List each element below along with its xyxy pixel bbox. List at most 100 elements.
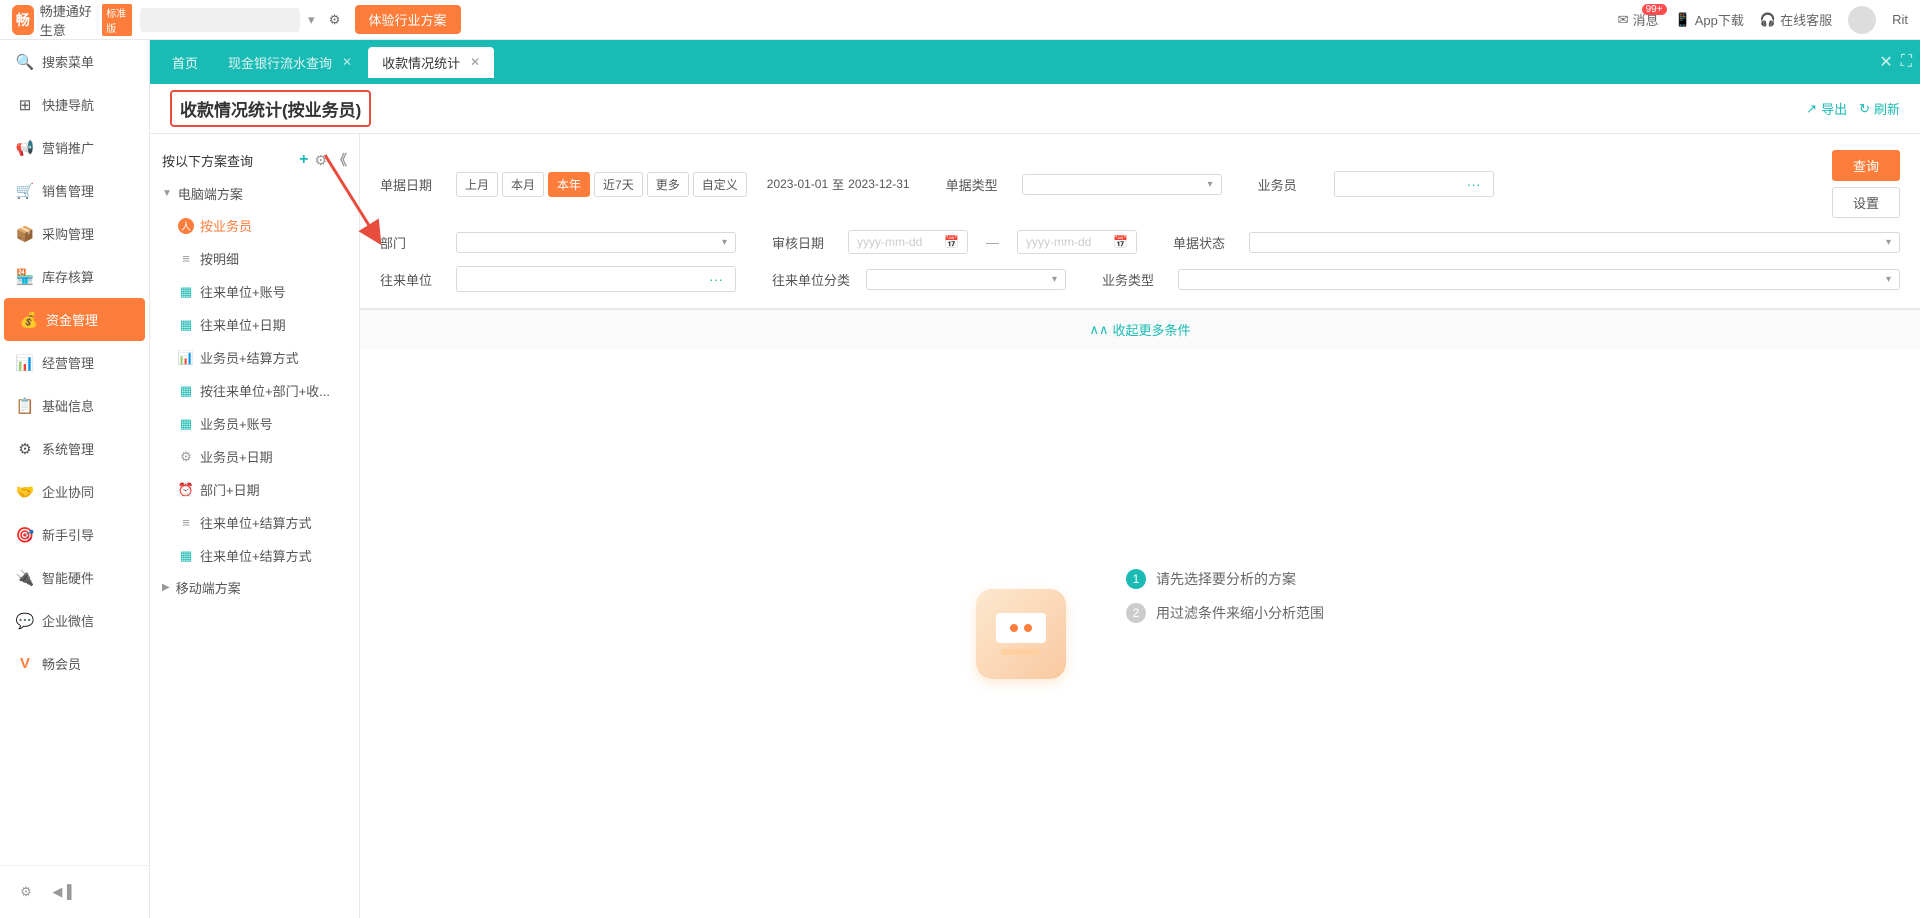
workspace-dropdown-icon[interactable]: ▾: [308, 12, 315, 28]
scheme-unit-dept[interactable]: ▦ 按往来单位+部门+收...: [150, 374, 359, 407]
tab-home[interactable]: 首页: [158, 47, 212, 78]
filter-section: 单据日期 上月 本月 本年 近7天 更多 自定义 2023-01-01 至: [360, 134, 1920, 309]
date-label: 单据日期: [380, 175, 440, 194]
unit-dept-icon: ▦: [178, 383, 194, 399]
voucher-type-select[interactable]: ▾: [1022, 174, 1222, 195]
sidebar-item-guide[interactable]: 🎯 新手引导: [0, 513, 149, 556]
detail-icon: ≡: [178, 251, 194, 267]
scheme-unit-pay1[interactable]: ≡ 往来单位+结算方式: [150, 506, 359, 539]
avatar[interactable]: [1848, 6, 1876, 34]
mobile-group-header[interactable]: ▶ 移动端方案: [150, 572, 359, 603]
date-btn-this-month[interactable]: 本月: [502, 172, 544, 197]
date-btn-more[interactable]: 更多: [647, 172, 689, 197]
sidebar-item-sales[interactable]: 🛒 销售管理: [0, 169, 149, 212]
scheme-unit-date[interactable]: ▦ 往来单位+日期: [150, 308, 359, 341]
scheme-unit-pay2[interactable]: ▦ 往来单位+结算方式: [150, 539, 359, 572]
sidebar-label-guide: 新手引导: [42, 525, 94, 544]
date-btn-custom[interactable]: 自定义: [693, 172, 747, 197]
scheme-salesman[interactable]: 人 按业务员: [150, 209, 359, 242]
sidebar-collapse-btn[interactable]: ◀▐: [48, 878, 76, 906]
review-date-separator: —: [986, 235, 999, 250]
review-date-to[interactable]: yyyy-mm-dd 📅: [1017, 230, 1137, 254]
unit-category-select[interactable]: ▾: [866, 269, 1066, 290]
scheme-settings-icon[interactable]: ⚙: [314, 152, 327, 169]
mobile-group-label: 移动端方案: [176, 578, 241, 597]
scheme-salesman-date[interactable]: ⚙ 业务员+日期: [150, 440, 359, 473]
scheme-salesman-label: 按业务员: [200, 216, 252, 235]
dept-select[interactable]: ▾: [456, 232, 736, 253]
date-btn-last-month[interactable]: 上月: [456, 172, 498, 197]
step-num-1: 1: [1126, 569, 1146, 589]
sidebar-bottom: ⚙ ◀▐: [0, 865, 149, 918]
robot-mouth: [1001, 649, 1041, 655]
settings-icon[interactable]: ⚙: [323, 8, 347, 32]
workspace-selector[interactable]: [140, 8, 300, 32]
sidebar-item-inventory[interactable]: 🏪 库存核算: [0, 255, 149, 298]
filter-row-2: 部门 ▾ 审核日期 yyyy-mm-dd 📅 — yyyy-mm-dd: [380, 230, 1900, 254]
sidebar-item-quicknav[interactable]: ⊞ 快捷导航: [0, 83, 149, 126]
sidebar-item-system[interactable]: ⚙ 系统管理: [0, 427, 149, 470]
tab-close-all-icon[interactable]: ✕: [1879, 52, 1892, 72]
collapse-bar[interactable]: ∧∧ 收起更多条件: [360, 309, 1920, 349]
online-service-label: 在线客服: [1780, 10, 1832, 29]
sidebar-item-marketing[interactable]: 📢 营销推广: [0, 126, 149, 169]
sidebar-item-search[interactable]: 🔍 搜索菜单: [0, 40, 149, 83]
tab-collection-close-icon[interactable]: ✕: [470, 55, 480, 69]
voucher-status-select[interactable]: ▾: [1249, 232, 1900, 253]
step-label-1: 请先选择要分析的方案: [1156, 569, 1296, 589]
unit-select[interactable]: ···: [456, 266, 736, 292]
vip-icon: V: [16, 655, 34, 673]
scheme-salesman-account[interactable]: ▦ 业务员+账号: [150, 407, 359, 440]
sidebar-item-purchase[interactable]: 📦 采购管理: [0, 212, 149, 255]
sidebar-item-basic[interactable]: 📋 基础信息: [0, 384, 149, 427]
scheme-unit-account[interactable]: ▦ 往来单位+账号: [150, 275, 359, 308]
settings-btn[interactable]: 设置: [1832, 187, 1900, 218]
unit-dots[interactable]: ···: [705, 271, 727, 287]
voucher-status-chevron: ▾: [1886, 237, 1891, 248]
robot-face: [996, 613, 1046, 643]
app-download-btn[interactable]: 📱 App下载: [1675, 10, 1744, 29]
tab-bank-label: 现金银行流水查询: [228, 53, 332, 72]
export-btn[interactable]: ↗ 导出: [1806, 99, 1847, 118]
sidebar-settings-btn[interactable]: ⚙: [12, 878, 40, 906]
filter-row-1: 单据日期 上月 本月 本年 近7天 更多 自定义 2023-01-01 至: [380, 150, 1900, 218]
sidebar-item-operation[interactable]: 📊 经营管理: [0, 341, 149, 384]
sidebar-item-hardware[interactable]: 🔌 智能硬件: [0, 556, 149, 599]
sidebar-item-finance[interactable]: 💰 资金管理: [4, 298, 145, 341]
refresh-btn[interactable]: ↻ 刷新: [1859, 99, 1900, 118]
sidebar-item-corp[interactable]: 🤝 企业协同: [0, 470, 149, 513]
review-date-from[interactable]: yyyy-mm-dd 📅: [848, 230, 968, 254]
scheme-detail[interactable]: ≡ 按明细: [150, 242, 359, 275]
panel-collapse-icon[interactable]: 《: [333, 150, 347, 170]
date-btn-this-year[interactable]: 本年: [548, 172, 590, 197]
tab-bank-close-icon[interactable]: ✕: [342, 55, 352, 69]
sidebar-label-hardware: 智能硬件: [42, 568, 94, 587]
sidebar-item-wechat[interactable]: 💬 企业微信: [0, 599, 149, 642]
tab-collection[interactable]: 收款情况统计 ✕: [368, 47, 494, 78]
sidebar-label-corp: 企业协同: [42, 482, 94, 501]
scheme-dept-date[interactable]: ⏰ 部门+日期: [150, 473, 359, 506]
salesman-dots[interactable]: ···: [1463, 176, 1485, 192]
date-btn-7days[interactable]: 近7天: [594, 172, 643, 197]
logo-icon: 畅: [12, 5, 34, 35]
sidebar-item-vip[interactable]: V 畅会员: [0, 642, 149, 685]
review-date-from-value: yyyy-mm-dd: [857, 235, 922, 249]
scheme-salesman-pay-label: 业务员+结算方式: [200, 348, 299, 367]
empty-state: 1 请先选择要分析的方案 2 用过滤条件来缩小分析范围: [360, 349, 1920, 918]
tab-bank[interactable]: 现金银行流水查询 ✕: [214, 47, 366, 78]
tab-maximize-icon[interactable]: ⛶: [1901, 53, 1912, 71]
scheme-salesman-pay[interactable]: 📊 业务员+结算方式: [150, 341, 359, 374]
empty-state-content: 1 请先选择要分析的方案 2 用过滤条件来缩小分析范围: [956, 569, 1324, 699]
add-scheme-btn[interactable]: +: [299, 151, 308, 169]
online-service-btn[interactable]: 🎧 在线客服: [1760, 10, 1832, 29]
voucher-type-label: 单据类型: [946, 175, 1006, 194]
salesman-select[interactable]: ···: [1334, 171, 1494, 197]
biz-type-select[interactable]: ▾: [1178, 269, 1900, 290]
date-to: 2023-12-31: [848, 177, 909, 191]
unit-date-icon: ▦: [178, 317, 194, 333]
query-btn[interactable]: 查询: [1832, 150, 1900, 181]
pc-group-header[interactable]: ▼ 电脑端方案: [150, 178, 359, 209]
trial-button[interactable]: 体验行业方案: [355, 5, 461, 34]
service-icon: 🎧: [1760, 12, 1776, 28]
message-btn[interactable]: ✉ 消息 99+: [1618, 10, 1659, 29]
